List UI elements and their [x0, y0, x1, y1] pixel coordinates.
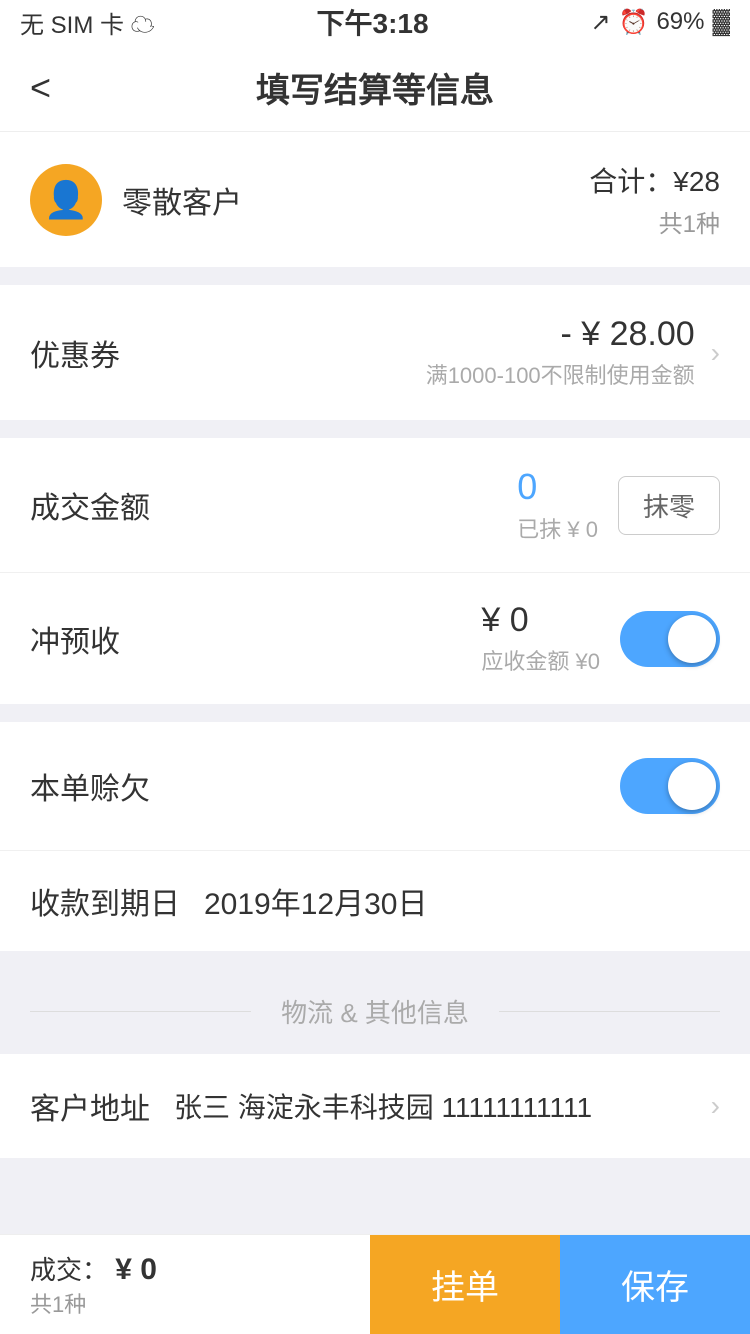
hold-button[interactable]: 挂单	[370, 1235, 560, 1334]
battery-level: 69%	[656, 8, 704, 36]
content: 👤 零散客户 合计：¥28 共1种 优惠券 - ¥ 28.00 满1000-10…	[0, 132, 750, 1296]
debt-toggle-knob	[668, 762, 716, 810]
customer-left: 👤 零散客户	[30, 164, 242, 236]
transaction-label: 成交金额	[30, 483, 150, 527]
address-label: 客户地址	[30, 1084, 150, 1128]
customer-row: 👤 零散客户 合计：¥28 共1种	[0, 132, 750, 267]
prepay-value-block: ¥ 0 应收金额 ¥0	[481, 601, 600, 676]
logistics-label: 物流 & 其他信息	[281, 993, 469, 1030]
coupon-row[interactable]: 优惠券 - ¥ 28.00 满1000-100不限制使用金额 ›	[0, 285, 750, 420]
avatar: 👤	[30, 164, 102, 236]
status-left: 无 SIM 卡 ☁	[20, 5, 155, 40]
location-icon: ↗	[590, 8, 610, 37]
transaction-section: 成交金额 0 已抹 ¥ 0 抹零 冲预收 ¥ 0 应收金额 ¥0	[0, 438, 750, 704]
address-section[interactable]: 客户地址 张三 海淀永丰科技园 11111111111 ›	[0, 1054, 750, 1158]
logistics-divider: 物流 & 其他信息	[0, 969, 750, 1054]
transaction-amount-row: 成交金额 0 已抹 ¥ 0 抹零	[0, 438, 750, 573]
bottom-deal-label: 成交：	[30, 1255, 108, 1285]
prepay-value: ¥ 0	[481, 601, 600, 640]
chevron-right-icon: ›	[711, 337, 720, 369]
debt-row: 本单赊欠	[0, 722, 750, 850]
due-date-row: 收款到期日 2019年12月30日	[0, 850, 750, 951]
toggle-knob	[668, 615, 716, 663]
page-title: 填写结算等信息	[256, 63, 494, 112]
status-right: ↗ ⏰ 69% ▓	[590, 8, 730, 37]
coupon-desc: 满1000-100不限制使用金额	[426, 358, 695, 390]
debt-toggle[interactable]	[620, 758, 720, 814]
bottom-deal-amount: ¥ 0	[115, 1253, 157, 1286]
coupon-section[interactable]: 优惠券 - ¥ 28.00 满1000-100不限制使用金额 ›	[0, 285, 750, 420]
sim-status: 无 SIM 卡 ☁	[20, 5, 155, 40]
bottom-summary: 成交： ¥ 0 共1种	[0, 1250, 370, 1319]
save-button[interactable]: 保存	[560, 1235, 750, 1334]
hold-label: 挂单	[431, 1260, 499, 1309]
due-date-label: 收款到期日	[30, 879, 180, 923]
already-deducted: 已抹 ¥ 0	[517, 512, 598, 544]
prepay-toggle[interactable]	[620, 611, 720, 667]
bottom-deal-row: 成交： ¥ 0	[30, 1250, 340, 1287]
coupon-amount: - ¥ 28.00	[426, 315, 695, 354]
address-row[interactable]: 客户地址 张三 海淀永丰科技园 11111111111 ›	[0, 1054, 750, 1158]
status-time: 下午3:18	[317, 2, 429, 42]
customer-total: 合计：¥28 共1种	[589, 160, 720, 239]
alarm-icon: ⏰	[619, 8, 649, 37]
customer-section: 👤 零散客户 合计：¥28 共1种	[0, 132, 750, 267]
customer-name: 零散客户	[122, 178, 242, 222]
back-button[interactable]: <	[30, 67, 51, 109]
transaction-right: 0 已抹 ¥ 0 抹零	[517, 466, 720, 544]
avatar-icon: 👤	[44, 179, 89, 221]
address-value: 张三 海淀永丰科技园 11111111111	[174, 1086, 711, 1126]
prepay-row: 冲预收 ¥ 0 应收金额 ¥0	[0, 573, 750, 704]
due-date-value: 2019年12月30日	[204, 879, 427, 923]
coupon-value: - ¥ 28.00 满1000-100不限制使用金额	[426, 315, 695, 390]
transaction-value-block: 0 已抹 ¥ 0	[517, 466, 598, 544]
coupon-right: - ¥ 28.00 满1000-100不限制使用金额 ›	[426, 315, 720, 390]
nav-bar: < 填写结算等信息	[0, 44, 750, 132]
bottom-count: 共1种	[30, 1287, 340, 1319]
debt-section: 本单赊欠 收款到期日 2019年12月30日	[0, 722, 750, 951]
round-zero-button[interactable]: 抹零	[618, 476, 720, 535]
divider-line-right	[499, 1011, 720, 1012]
battery-icon: ▓	[712, 8, 730, 36]
total-count: 共1种	[589, 204, 720, 239]
prepay-label: 冲预收	[30, 617, 120, 661]
coupon-label: 优惠券	[30, 331, 120, 375]
receivable-label: 应收金额 ¥0	[481, 644, 600, 676]
prepay-right: ¥ 0 应收金额 ¥0	[481, 601, 720, 676]
status-bar: 无 SIM 卡 ☁ 下午3:18 ↗ ⏰ 69% ▓	[0, 0, 750, 44]
total-price: 合计：¥28	[589, 160, 720, 200]
divider-line-left	[30, 1011, 251, 1012]
bottom-bar: 成交： ¥ 0 共1种 挂单 保存	[0, 1234, 750, 1334]
debt-label: 本单赊欠	[30, 764, 150, 808]
address-chevron-icon: ›	[711, 1090, 720, 1122]
save-label: 保存	[621, 1260, 689, 1309]
transaction-amount: 0	[517, 466, 598, 508]
